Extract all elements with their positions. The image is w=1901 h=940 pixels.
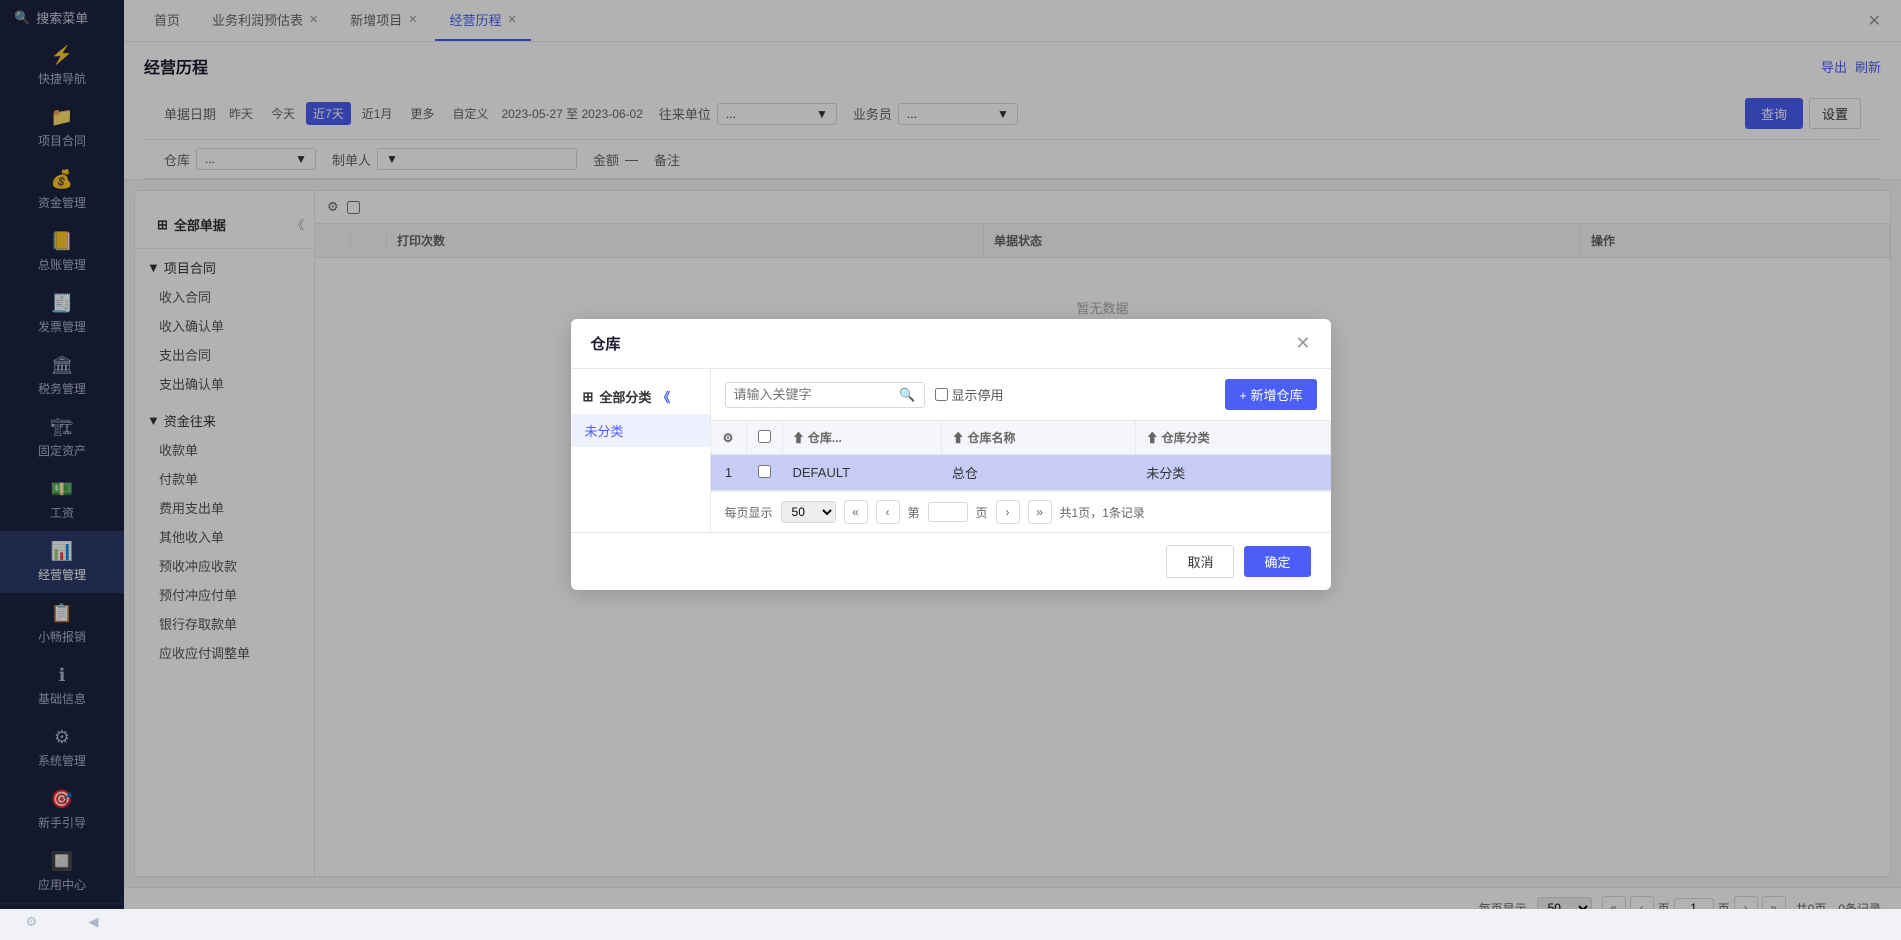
modal-last-btn[interactable]: » xyxy=(1028,500,1052,524)
modal-pagination: 每页显示 50 100 « ‹ 第 1 页 › » 共1页，1条记录 xyxy=(711,491,1331,532)
sort-icon-name: ⬆ xyxy=(952,431,964,445)
grid-icon-modal: ⊞ xyxy=(583,389,594,405)
modal-th-gear: ⚙ xyxy=(711,423,747,453)
warehouse-modal: 仓库 ✕ ⊞ 全部分类 《 未分类 xyxy=(571,319,1331,590)
modal-toolbar: 🔍 显示停用 + 新增仓库 xyxy=(711,369,1331,421)
modal-collapse-icon[interactable]: 《 xyxy=(657,387,670,406)
modal-header: 仓库 ✕ xyxy=(571,319,1331,369)
modal-th-code: ⬆ 仓库... xyxy=(783,421,943,454)
modal-left-title-text: 全部分类 xyxy=(599,387,651,406)
modal-per-page-label: 每页显示 xyxy=(725,504,773,521)
row-category: 未分类 xyxy=(1136,455,1330,490)
show-disabled-option: 显示停用 xyxy=(935,385,1004,404)
modal-page-unit: 页 xyxy=(976,504,988,521)
modal-per-page-select[interactable]: 50 100 xyxy=(781,501,836,523)
sort-icon-code: ⬆ xyxy=(793,431,805,445)
modal-body: ⊞ 全部分类 《 未分类 🔍 显示停用 xyxy=(571,369,1331,532)
modal-search-icon[interactable]: 🔍 xyxy=(899,387,915,403)
confirm-button[interactable]: 确定 xyxy=(1244,546,1310,577)
modal-title: 仓库 xyxy=(591,333,621,354)
modal-select-all[interactable] xyxy=(758,430,771,443)
modal-page-input[interactable]: 1 xyxy=(928,502,968,522)
modal-search-input[interactable] xyxy=(734,387,900,402)
modal-table-header: ⚙ ⬆ 仓库... ⬆ 仓库名称 ⬆ 仓库分类 xyxy=(711,421,1331,455)
modal-left-title[interactable]: ⊞ 全部分类 《 xyxy=(571,379,710,414)
cancel-button[interactable]: 取消 xyxy=(1166,545,1234,578)
modal-total-info: 共1页，1条记录 xyxy=(1060,504,1145,521)
modal-prev-btn[interactable]: ‹ xyxy=(876,500,900,524)
row-gear: 1 xyxy=(711,457,747,488)
show-disabled-checkbox[interactable] xyxy=(935,388,948,401)
modal-page-label: 第 xyxy=(908,504,920,521)
modal-table-body: 1 DEFAULT 总仓 未分类 xyxy=(711,455,1331,491)
gear-icon-th[interactable]: ⚙ xyxy=(723,431,734,445)
collapse-icon[interactable]: ◀ xyxy=(88,914,98,930)
modal-overlay: 仓库 ✕ ⊞ 全部分类 《 未分类 xyxy=(0,0,1901,909)
modal-footer: 取消 确定 xyxy=(571,532,1331,590)
row-check[interactable] xyxy=(747,457,783,489)
modal-search-wrap: 🔍 xyxy=(725,382,925,408)
modal-first-btn[interactable]: « xyxy=(844,500,868,524)
show-disabled-label: 显示停用 xyxy=(952,385,1004,404)
row-name: 总仓 xyxy=(942,455,1136,490)
table-row[interactable]: 1 DEFAULT 总仓 未分类 xyxy=(711,455,1331,491)
modal-left-panel: ⊞ 全部分类 《 未分类 xyxy=(571,369,711,532)
modal-th-cat: ⬆ 仓库分类 xyxy=(1136,421,1330,454)
sort-icon-cat: ⬆ xyxy=(1146,431,1158,445)
modal-th-check xyxy=(747,422,783,454)
settings-icon[interactable]: ⚙ xyxy=(26,914,38,930)
add-warehouse-button[interactable]: + 新增仓库 xyxy=(1225,379,1316,410)
modal-next-btn[interactable]: › xyxy=(996,500,1020,524)
row-checkbox[interactable] xyxy=(758,465,771,478)
modal-th-name: ⬆ 仓库名称 xyxy=(942,421,1136,454)
modal-right-panel: 🔍 显示停用 + 新增仓库 ⚙ xyxy=(711,369,1331,532)
modal-close-button[interactable]: ✕ xyxy=(1295,333,1310,354)
modal-left-item-uncat[interactable]: 未分类 xyxy=(571,414,710,447)
row-code: DEFAULT xyxy=(783,457,942,488)
